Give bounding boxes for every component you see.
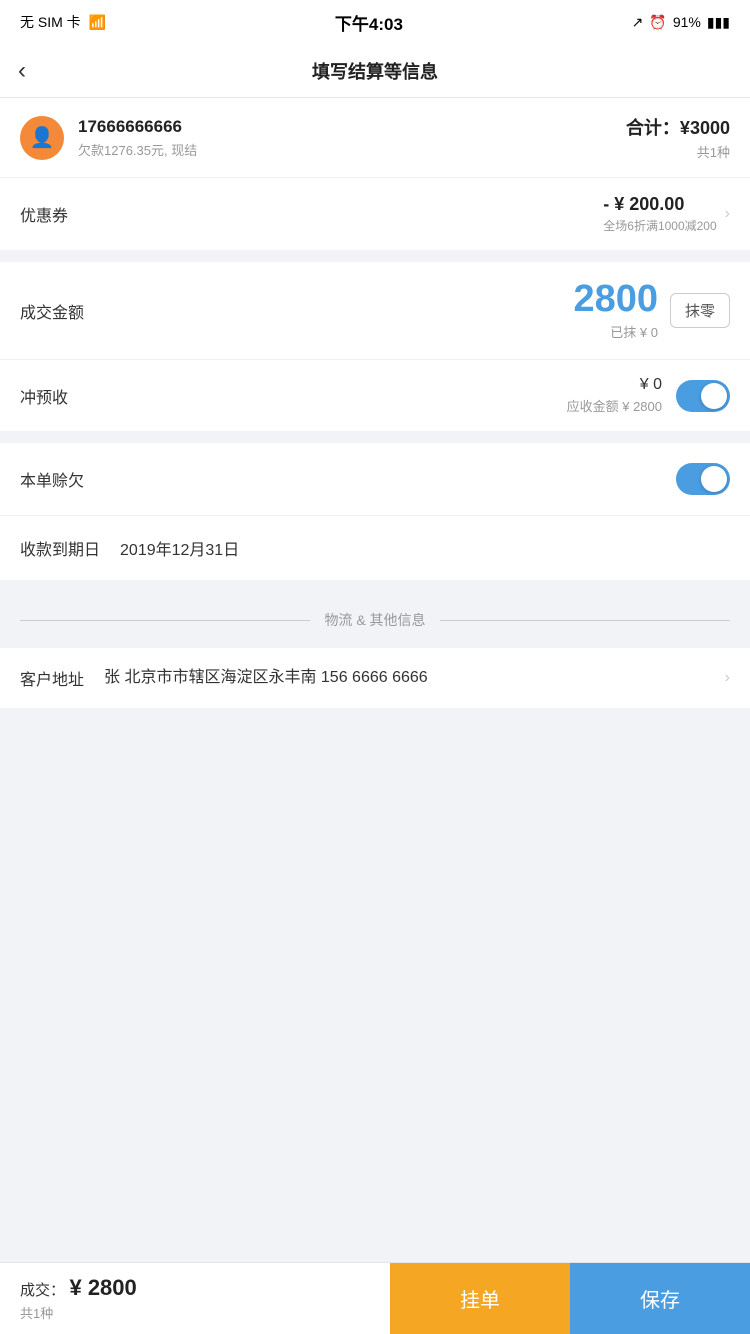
prepaid-toggle[interactable] — [676, 380, 730, 412]
logistics-text: 物流 & 其他信息 — [324, 610, 425, 630]
avatar: 👤 — [20, 116, 64, 160]
section-divider-1 — [0, 250, 750, 262]
wifi-icon: 📶 — [89, 14, 106, 31]
user-debt: 欠款1276.35元, 现结 — [78, 140, 197, 159]
amount-value: 2800 已抹 ¥ 0 — [573, 280, 658, 341]
duedate-label: 收款到期日 — [20, 536, 100, 560]
address-chevron-icon: › — [725, 669, 730, 687]
coupon-chevron-icon: › — [725, 205, 730, 223]
status-bar: 无 SIM 卡 📶 下午4:03 ↗ ⏰ 91% ▮▮▮ — [0, 0, 750, 44]
order-total: 合计：¥3000 共1种 — [626, 114, 730, 161]
debt-row: 本单赊欠 — [0, 443, 750, 515]
user-info: 17666666666 欠款1276.35元, 现结 — [78, 117, 197, 159]
user-phone: 17666666666 — [78, 117, 197, 137]
duedate-row: 收款到期日 2019年12月31日 — [0, 515, 750, 580]
bottom-deal-amount: ¥ 2800 — [69, 1275, 136, 1300]
coupon-desc: 全场6折满1000减200 — [603, 217, 716, 234]
battery-text: 91% — [673, 14, 701, 30]
coupon-label: 优惠券 — [20, 202, 68, 226]
prepaid-label: 冲预收 — [20, 384, 68, 408]
user-info-row: 👤 17666666666 欠款1276.35元, 现结 合计：¥3000 共1… — [0, 98, 750, 177]
address-row[interactable]: 客户地址 张 北京市市辖区海淀区永丰南 156 6666 6666 › — [0, 648, 750, 708]
status-time: 下午4:03 — [335, 10, 403, 35]
back-button[interactable]: ‹ — [18, 57, 26, 85]
logistics-divider: 物流 & 其他信息 — [0, 592, 750, 648]
duedate-value: 2019年12月31日 — [120, 536, 239, 560]
bottom-deal-label: 成交： — [20, 1282, 65, 1299]
bottom-bar: 成交： ¥ 2800 共1种 挂单 保存 — [0, 1262, 750, 1334]
nav-title: 填写结算等信息 — [312, 58, 438, 84]
amount-sub: 已抹 ¥ 0 — [573, 322, 658, 341]
divider-line-left — [20, 620, 310, 621]
amount-label: 成交金额 — [20, 299, 84, 323]
avatar-icon: 👤 — [30, 125, 55, 150]
total-amount: 合计：¥3000 — [626, 114, 730, 140]
section-divider-2 — [0, 431, 750, 443]
hang-button[interactable]: 挂单 — [390, 1263, 570, 1334]
prepaid-sub: 应收金额 ¥ 2800 — [567, 396, 662, 415]
empty-space — [0, 708, 750, 868]
coupon-amount: - ¥ 200.00 — [603, 194, 716, 215]
status-right: ↗ ⏰ 91% ▮▮▮ — [632, 14, 730, 31]
address-value: 张 北京市市辖区海淀区永丰南 156 6666 6666 — [104, 666, 725, 690]
address-label: 客户地址 — [20, 666, 84, 690]
bottom-deal-row: 成交： ¥ 2800 — [20, 1275, 370, 1301]
debt-toggle[interactable] — [676, 463, 730, 495]
alarm-icon: ⏰ — [649, 14, 666, 31]
section-divider-3 — [0, 580, 750, 592]
location-icon: ↗ — [632, 14, 644, 31]
amount-section: 成交金额 2800 已抹 ¥ 0 抹零 — [0, 262, 750, 359]
round-button[interactable]: 抹零 — [670, 293, 730, 328]
save-button[interactable]: 保存 — [570, 1263, 750, 1334]
prepaid-amount: ¥ 0 — [567, 376, 662, 394]
divider-line-right — [440, 620, 730, 621]
coupon-right: - ¥ 200.00 全场6折满1000减200 › — [603, 194, 730, 234]
debt-label: 本单赊欠 — [20, 467, 84, 491]
nav-bar: ‹ 填写结算等信息 — [0, 44, 750, 98]
battery-icon: ▮▮▮ — [707, 14, 730, 31]
bottom-summary: 成交： ¥ 2800 共1种 — [0, 1275, 390, 1322]
prepaid-row: 冲预收 ¥ 0 应收金额 ¥ 2800 — [0, 359, 750, 431]
status-left: 无 SIM 卡 📶 — [20, 12, 106, 32]
prepaid-values: ¥ 0 应收金额 ¥ 2800 — [567, 376, 662, 415]
item-count: 共1种 — [626, 142, 730, 161]
bottom-count: 共1种 — [20, 1303, 370, 1322]
no-sim-text: 无 SIM 卡 — [20, 12, 81, 32]
coupon-row[interactable]: 优惠券 - ¥ 200.00 全场6折满1000减200 › — [0, 177, 750, 250]
deal-value-text: 2800 — [573, 280, 658, 318]
